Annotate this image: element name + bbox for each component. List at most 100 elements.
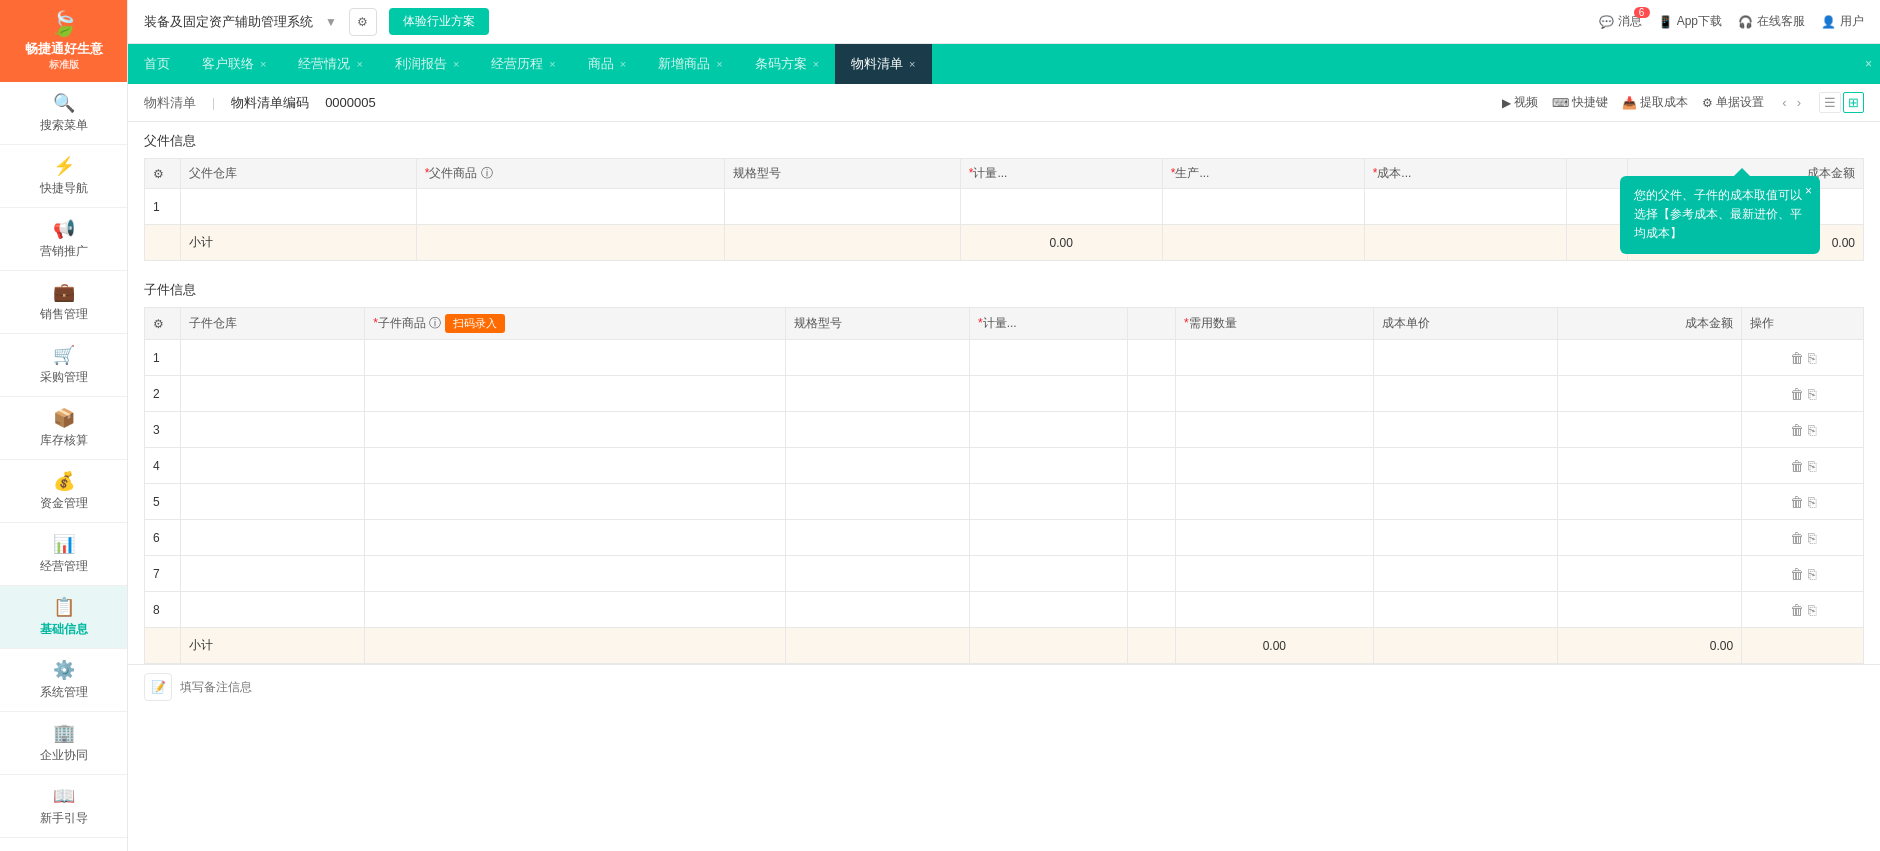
tab-barcode[interactable]: 条码方案 ×: [739, 44, 835, 84]
notes-input[interactable]: [180, 680, 1864, 694]
child-row-needed-5[interactable]: [1176, 484, 1374, 520]
user-button[interactable]: 👤 用户: [1821, 13, 1864, 30]
delete-icon[interactable]: 🗑: [1790, 602, 1804, 618]
shortcut-action[interactable]: ⌨ 快捷键: [1552, 94, 1608, 111]
copy-icon[interactable]: ⎘: [1808, 350, 1816, 366]
child-row-needed-1[interactable]: [1176, 340, 1374, 376]
child-row-goods-4[interactable]: [365, 448, 786, 484]
tab-bom[interactable]: 物料清单 ×: [835, 44, 931, 84]
child-row-spec-3[interactable]: [785, 412, 969, 448]
child-row-goods-8[interactable]: [365, 592, 786, 628]
child-row-qty-7[interactable]: [970, 556, 1128, 592]
delete-icon[interactable]: 🗑: [1790, 494, 1804, 510]
copy-icon[interactable]: ⎘: [1808, 494, 1816, 510]
child-row-qty-4[interactable]: [970, 448, 1128, 484]
sidebar-item-sales[interactable]: 💼 销售管理: [0, 271, 127, 334]
copy-icon[interactable]: ⎘: [1808, 602, 1816, 618]
child-row-warehouse-3[interactable]: [181, 412, 365, 448]
child-row-goods-1[interactable]: [365, 340, 786, 376]
child-row-qty-5[interactable]: [970, 484, 1128, 520]
child-row-spec-8[interactable]: [785, 592, 969, 628]
tab-customer[interactable]: 客户联络 ×: [186, 44, 282, 84]
delete-icon[interactable]: 🗑: [1790, 386, 1804, 402]
copy-icon[interactable]: ⎘: [1808, 422, 1816, 438]
child-row-spec-2[interactable]: [785, 376, 969, 412]
sidebar-logo[interactable]: 🍃 畅捷通好生意 标准版: [0, 0, 127, 82]
sidebar-item-marketing[interactable]: 📢 营销推广: [0, 208, 127, 271]
child-row-goods-2[interactable]: [365, 376, 786, 412]
child-row-cost-unit-1[interactable]: [1373, 340, 1557, 376]
child-row-cost-unit-2[interactable]: [1373, 376, 1557, 412]
child-row-needed-7[interactable]: [1176, 556, 1374, 592]
child-row-spec-6[interactable]: [785, 520, 969, 556]
child-row-goods-6[interactable]: [365, 520, 786, 556]
child-row-cost-unit-7[interactable]: [1373, 556, 1557, 592]
delete-icon[interactable]: 🗑: [1790, 458, 1804, 474]
extract-cost-action[interactable]: 📥 提取成本: [1622, 94, 1688, 111]
tab-profit-close[interactable]: ×: [453, 58, 459, 70]
parent-row-goods[interactable]: [416, 189, 724, 225]
child-row-spec-7[interactable]: [785, 556, 969, 592]
delete-icon[interactable]: 🗑: [1790, 350, 1804, 366]
tab-operations-situation[interactable]: 经营情况 ×: [282, 44, 378, 84]
child-row-warehouse-6[interactable]: [181, 520, 365, 556]
child-row-qty-2[interactable]: [970, 376, 1128, 412]
tab-bom-close[interactable]: ×: [909, 58, 915, 70]
child-row-warehouse-5[interactable]: [181, 484, 365, 520]
child-row-cost-unit-5[interactable]: [1373, 484, 1557, 520]
child-row-cost-unit-3[interactable]: [1373, 412, 1557, 448]
online-service-button[interactable]: 🎧 在线客服: [1738, 13, 1805, 30]
child-row-goods-7[interactable]: [365, 556, 786, 592]
parent-row-warehouse[interactable]: [181, 189, 417, 225]
sidebar-item-basic-info[interactable]: 📋 基础信息: [0, 586, 127, 649]
sidebar-item-enterprise[interactable]: 🏢 企业协同: [0, 712, 127, 775]
child-row-needed-8[interactable]: [1176, 592, 1374, 628]
delete-icon[interactable]: 🗑: [1790, 530, 1804, 546]
copy-icon[interactable]: ⎘: [1808, 530, 1816, 546]
sidebar-item-system[interactable]: ⚙️ 系统管理: [0, 649, 127, 712]
settings-gear-button[interactable]: ⚙: [349, 8, 377, 36]
child-row-goods-3[interactable]: [365, 412, 786, 448]
parent-row-quantity[interactable]: [960, 189, 1162, 225]
message-button[interactable]: 💬 消息 6: [1599, 13, 1642, 30]
tab-home[interactable]: 首页: [128, 44, 186, 84]
sidebar-item-quick-nav[interactable]: ⚡ 快捷导航: [0, 145, 127, 208]
child-row-qty-3[interactable]: [970, 412, 1128, 448]
sidebar-item-search[interactable]: 🔍 搜索菜单: [0, 82, 127, 145]
tab-history[interactable]: 经营历程 ×: [475, 44, 571, 84]
tab-close-all[interactable]: ×: [1857, 57, 1880, 71]
child-row-spec-1[interactable]: [785, 340, 969, 376]
child-row-cost-unit-4[interactable]: [1373, 448, 1557, 484]
child-row-warehouse-1[interactable]: [181, 340, 365, 376]
prev-arrow[interactable]: ‹: [1778, 93, 1790, 112]
tooltip-close-btn[interactable]: ×: [1805, 182, 1812, 201]
sidebar-item-operations[interactable]: 📊 经营管理: [0, 523, 127, 586]
notes-icon-btn[interactable]: 📝: [144, 673, 172, 701]
child-row-warehouse-7[interactable]: [181, 556, 365, 592]
child-row-spec-4[interactable]: [785, 448, 969, 484]
child-row-needed-2[interactable]: [1176, 376, 1374, 412]
parent-row-cost[interactable]: [1364, 189, 1566, 225]
tab-history-close[interactable]: ×: [549, 58, 555, 70]
child-row-needed-4[interactable]: [1176, 448, 1374, 484]
tab-operations-close[interactable]: ×: [356, 58, 362, 70]
app-download-button[interactable]: 📱 App下载: [1658, 13, 1722, 30]
tab-profit[interactable]: 利润报告 ×: [379, 44, 475, 84]
child-row-cost-unit-8[interactable]: [1373, 592, 1557, 628]
child-row-warehouse-2[interactable]: [181, 376, 365, 412]
sidebar-item-finance[interactable]: 💰 资金管理: [0, 460, 127, 523]
delete-icon[interactable]: 🗑: [1790, 566, 1804, 582]
child-row-cost-unit-6[interactable]: [1373, 520, 1557, 556]
child-row-needed-3[interactable]: [1176, 412, 1374, 448]
child-row-spec-5[interactable]: [785, 484, 969, 520]
tab-goods[interactable]: 商品 ×: [572, 44, 642, 84]
sidebar-item-guide[interactable]: 📖 新手引导: [0, 775, 127, 838]
child-row-needed-6[interactable]: [1176, 520, 1374, 556]
scan-button[interactable]: 扫码录入: [445, 314, 505, 333]
view-action[interactable]: ▶ 视频: [1502, 94, 1538, 111]
breadcrumb-bom-list[interactable]: 物料清单: [144, 94, 196, 112]
list-view-btn[interactable]: ☰: [1819, 92, 1841, 113]
tab-barcode-close[interactable]: ×: [813, 58, 819, 70]
single-settings-action[interactable]: ⚙ 单据设置: [1702, 94, 1764, 111]
child-row-warehouse-8[interactable]: [181, 592, 365, 628]
